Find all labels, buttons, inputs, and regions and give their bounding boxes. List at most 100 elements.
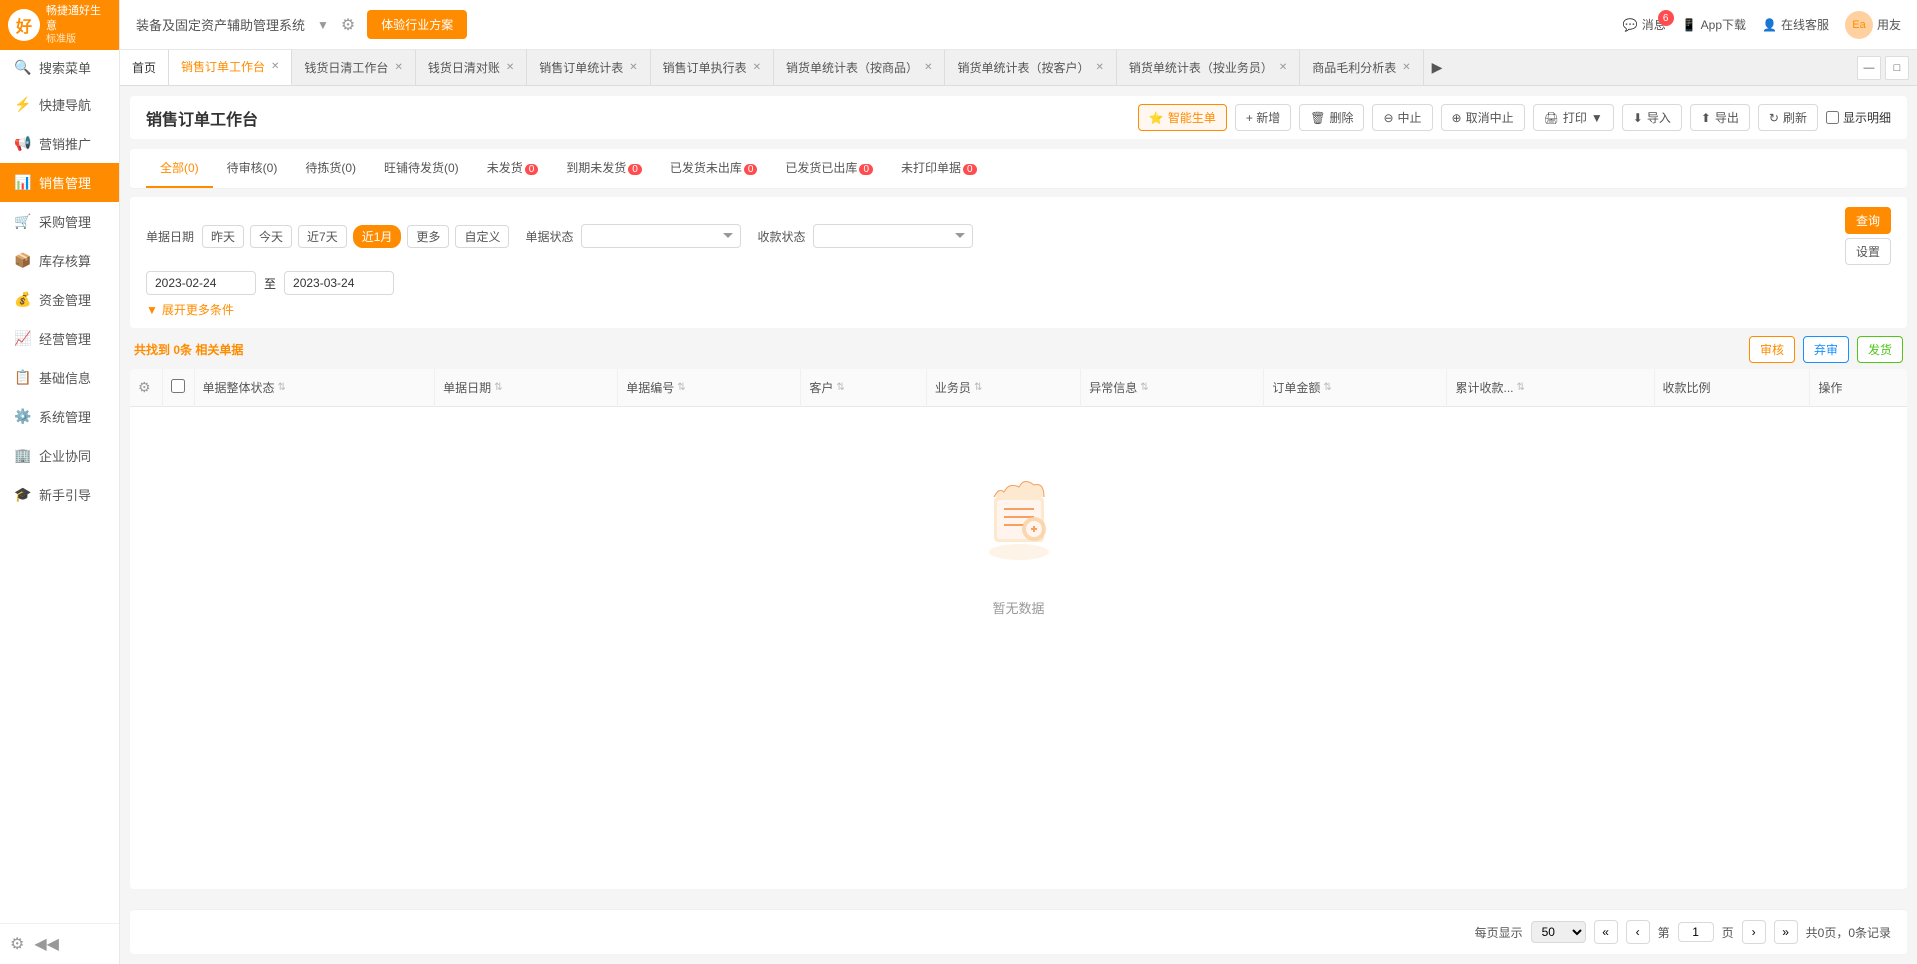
tab-cash-reconcile[interactable]: 钱货日清对账 ✕ xyxy=(416,50,527,86)
tab-close-icon[interactable]: ✕ xyxy=(271,61,279,72)
preset-1month[interactable]: 近1月 xyxy=(353,225,402,248)
tab-close-icon[interactable]: ✕ xyxy=(1095,62,1103,73)
preset-7days[interactable]: 近7天 xyxy=(298,225,347,248)
sidebar-item-system[interactable]: ⚙️ 系统管理 xyxy=(0,397,119,436)
tab-maximize-button[interactable]: □ xyxy=(1885,56,1909,80)
nav-search-label: 搜索菜单 xyxy=(39,58,91,77)
tab-sales-summary-staff[interactable]: 销货单统计表（按业务员） ✕ xyxy=(1117,50,1300,86)
sidebar-item-enterprise[interactable]: 🏢 企业协同 xyxy=(0,436,119,475)
tab-close-icon[interactable]: ✕ xyxy=(506,62,514,73)
sidebar-item-operations[interactable]: 📈 经营管理 xyxy=(0,319,119,358)
preset-yesterday[interactable]: 昨天 xyxy=(202,225,244,248)
filter-tab-not-shipped[interactable]: 未发货0 xyxy=(473,149,553,188)
date-to-input[interactable] xyxy=(284,271,394,295)
select-all-checkbox[interactable] xyxy=(171,379,185,393)
preset-today[interactable]: 今天 xyxy=(250,225,292,248)
horizontal-scrollbar[interactable] xyxy=(130,893,1907,905)
sidebar-item-marketing[interactable]: 📢 营销推广 xyxy=(0,124,119,163)
settings-icon[interactable]: ⚙ xyxy=(10,934,24,954)
sidebar-item-quick-nav[interactable]: ⚡ 快捷导航 xyxy=(0,85,119,124)
approve-button[interactable]: 审核 xyxy=(1749,336,1795,363)
filter-tab-wangpu[interactable]: 旺铺待发货(0) xyxy=(370,149,473,188)
preset-custom[interactable]: 自定义 xyxy=(455,225,509,248)
smart-create-button[interactable]: ⭐ 智能生单 xyxy=(1138,104,1227,131)
sort-icon[interactable]: ⇅ xyxy=(974,382,982,393)
sort-icon[interactable]: ⇅ xyxy=(1323,382,1331,393)
tab-close-icon[interactable]: ✕ xyxy=(1279,62,1287,73)
filter-tab-expired[interactable]: 到期未发货0 xyxy=(552,149,656,188)
sort-icon[interactable]: ⇅ xyxy=(1140,382,1148,393)
import-button[interactable]: ⬇ 导入 xyxy=(1622,104,1682,131)
tab-sales-summary-product[interactable]: 销货单统计表（按商品） ✕ xyxy=(774,50,945,86)
page-number-input[interactable] xyxy=(1678,922,1714,942)
user-item[interactable]: Ea 用友 xyxy=(1845,11,1901,39)
sort-icon[interactable]: ⇅ xyxy=(1517,382,1525,393)
tab-cash-daily[interactable]: 钱货日清工作台 ✕ xyxy=(292,50,415,86)
prev-page-button[interactable]: ‹ xyxy=(1626,920,1650,944)
preset-more[interactable]: 更多 xyxy=(407,225,449,248)
settings-button[interactable]: 设置 xyxy=(1845,238,1891,265)
app-download-item[interactable]: 📱 App下载 xyxy=(1682,16,1746,33)
show-detail-checkbox[interactable]: 显示明细 xyxy=(1826,109,1891,126)
filter-tab-shipped-not-out[interactable]: 已发货未出库0 xyxy=(656,149,772,188)
message-icon-item[interactable]: 💬 6 消息 xyxy=(1623,16,1666,33)
nav-search[interactable]: 🔍 搜索菜单 xyxy=(0,50,119,85)
tab-sales-summary-customer[interactable]: 销货单统计表（按客户） ✕ xyxy=(945,50,1116,86)
filter-tab-not-printed[interactable]: 未打印单据0 xyxy=(887,149,991,188)
date-from-input[interactable] xyxy=(146,271,256,295)
cancel-approve-button[interactable]: 弃审 xyxy=(1803,336,1849,363)
tab-gross-margin[interactable]: 商品毛利分析表 ✕ xyxy=(1300,50,1423,86)
tab-close-icon[interactable]: ✕ xyxy=(753,62,761,73)
filter-tab-pending-check[interactable]: 待拣货(0) xyxy=(291,149,370,188)
online-service-item[interactable]: 👤 在线客服 xyxy=(1762,16,1829,33)
sidebar-item-label: 企业协同 xyxy=(39,446,91,465)
sidebar-item-purchase[interactable]: 🛒 采购管理 xyxy=(0,202,119,241)
payment-label: 收款状态 xyxy=(757,228,805,245)
tab-sales-exec[interactable]: 销售订单执行表 ✕ xyxy=(651,50,774,86)
filter-tab-pending-review[interactable]: 待审核(0) xyxy=(213,149,292,188)
tab-sales-stat[interactable]: 销售订单统计表 ✕ xyxy=(527,50,650,86)
settings-gear-icon[interactable]: ⚙ xyxy=(341,15,355,35)
sidebar-item-inventory[interactable]: 📦 库存核算 xyxy=(0,241,119,280)
next-page-button[interactable]: › xyxy=(1742,920,1766,944)
query-button[interactable]: 查询 xyxy=(1845,207,1891,234)
sidebar-item-basic-info[interactable]: 📋 基础信息 xyxy=(0,358,119,397)
export-button[interactable]: ⬆ 导出 xyxy=(1690,104,1750,131)
cancel-stop-button[interactable]: ⊕ 取消中止 xyxy=(1441,104,1525,131)
table-actions: 审核 弃审 发货 xyxy=(1749,336,1903,363)
status-select[interactable] xyxy=(581,224,741,248)
tab-close-icon[interactable]: ✕ xyxy=(629,62,637,73)
last-page-button[interactable]: » xyxy=(1774,920,1798,944)
tab-sales-order[interactable]: 销售订单工作台 ✕ xyxy=(169,50,292,86)
sidebar-item-finance[interactable]: 💰 资金管理 xyxy=(0,280,119,319)
add-button[interactable]: + 新增 xyxy=(1235,104,1291,131)
industry-solution-button[interactable]: 体验行业方案 xyxy=(367,10,467,39)
tab-close-icon[interactable]: ✕ xyxy=(1402,62,1410,73)
tab-minimize-button[interactable]: — xyxy=(1857,56,1881,80)
filter-tab-all[interactable]: 全部(0) xyxy=(146,149,213,188)
sort-icon[interactable]: ⇅ xyxy=(494,382,502,393)
sort-icon[interactable]: ⇅ xyxy=(278,382,286,393)
sort-icon[interactable]: ⇅ xyxy=(677,382,685,393)
stop-button[interactable]: ⊖ 中止 xyxy=(1372,104,1432,131)
tab-close-icon[interactable]: ✕ xyxy=(394,62,402,73)
dropdown-arrow[interactable]: ▼ xyxy=(317,18,329,32)
refresh-button[interactable]: ↻ 刷新 xyxy=(1758,104,1818,131)
column-settings-icon[interactable]: ⚙ xyxy=(138,379,151,395)
tab-home[interactable]: 首页 xyxy=(120,50,169,86)
expand-more-button[interactable]: ▼ 展开更多条件 xyxy=(146,301,1891,318)
print-button[interactable]: 🖨 打印 ▼ xyxy=(1533,104,1614,131)
tab-close-icon[interactable]: ✕ xyxy=(924,62,932,73)
collapse-icon[interactable]: ◀◀ xyxy=(34,934,59,954)
sidebar-item-sales[interactable]: 📊 销售管理 xyxy=(0,163,119,202)
tab-scroll-right[interactable]: ▶ xyxy=(1424,59,1451,76)
sidebar-item-guide[interactable]: 🎓 新手引导 xyxy=(0,475,119,514)
sort-icon[interactable]: ⇅ xyxy=(836,382,844,393)
page-size-select[interactable]: 50 100 200 xyxy=(1531,921,1586,943)
th-number: 单据编号 ⇅ xyxy=(618,369,801,407)
delete-button[interactable]: 🗑 删除 xyxy=(1299,104,1364,131)
first-page-button[interactable]: « xyxy=(1594,920,1618,944)
payment-select[interactable] xyxy=(813,224,973,248)
ship-button[interactable]: 发货 xyxy=(1857,336,1903,363)
filter-tab-shipped-out[interactable]: 已发货已出库0 xyxy=(771,149,887,188)
